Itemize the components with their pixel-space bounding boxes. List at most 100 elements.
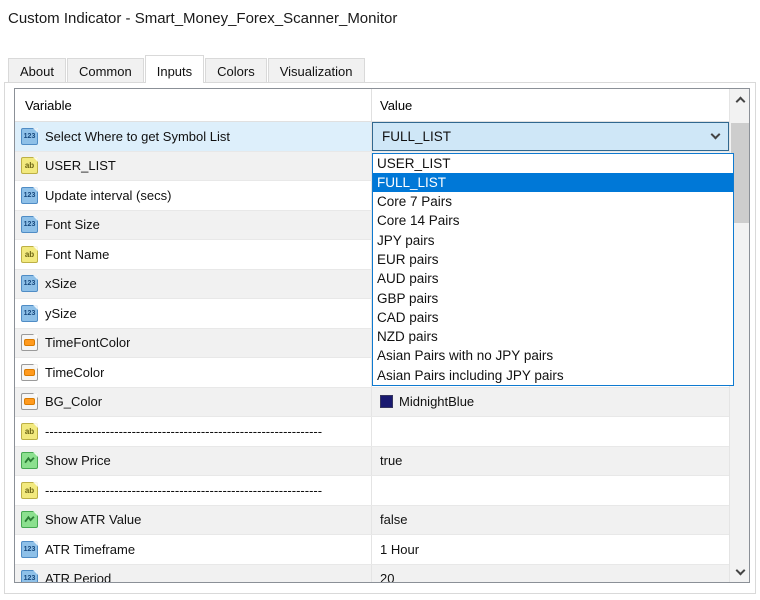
variable-label: xSize: [45, 276, 77, 292]
value-cell[interactable]: 20: [371, 564, 729, 583]
variable-cell: 123 Update interval (secs): [15, 181, 371, 210]
value-column-header: Value: [371, 89, 729, 121]
variable-label: USER_LIST: [45, 158, 116, 174]
variable-cell: 123 xSize: [15, 270, 371, 299]
symbol-list-combobox[interactable]: FULL_LIST: [372, 122, 729, 151]
value-cell[interactable]: [371, 417, 729, 446]
dropdown-item[interactable]: AUD pairs: [373, 269, 733, 288]
value-text: true: [380, 453, 403, 469]
tab-common[interactable]: Common: [66, 58, 144, 82]
bool-icon: [21, 452, 38, 470]
variable-label: ----------------------------------------…: [45, 482, 323, 498]
table-row[interactable]: 123 Select Where to get Symbol List FULL_L…: [15, 122, 729, 152]
table-header: Variable Value: [15, 89, 729, 122]
dropdown-item[interactable]: Core 7 Pairs: [373, 192, 733, 211]
variable-cell: 123 ATR Timeframe: [15, 535, 371, 564]
numeric-icon: 123: [21, 275, 38, 293]
table-row[interactable]: Show Price true: [15, 446, 729, 476]
variable-cell: 123 Font Size: [15, 211, 371, 240]
tab-colors[interactable]: Colors: [205, 58, 267, 82]
color-icon: [21, 334, 38, 352]
value-text: false: [380, 512, 408, 528]
variable-cell: ab USER_LIST: [15, 152, 371, 181]
variable-label: TimeFontColor: [45, 335, 131, 351]
table-row[interactable]: ab --------------------------------------…: [15, 417, 729, 447]
table-row[interactable]: Show ATR Value false: [15, 505, 729, 535]
color-icon: [21, 363, 38, 381]
variable-label: Show Price: [45, 453, 111, 469]
scroll-up-button[interactable]: [730, 89, 749, 109]
window-title: Custom Indicator - Smart_Money_Forex_Sca…: [8, 10, 398, 27]
table-row[interactable]: ab --------------------------------------…: [15, 476, 729, 506]
value-text: MidnightBlue: [399, 394, 475, 410]
variable-label: BG_Color: [45, 394, 103, 410]
dropdown-item[interactable]: Asian Pairs with no JPY pairs: [373, 346, 733, 365]
symbol-list-dropdown: USER_LIST FULL_LIST Core 7 Pairs Core 14 Pa…: [372, 152, 734, 387]
dropdown-item[interactable]: USER_LIST: [373, 154, 733, 173]
variable-label: TimeColor: [45, 364, 105, 380]
variable-cell: 123 Select Where to get Symbol List: [15, 122, 371, 151]
dropdown-item[interactable]: EUR pairs: [373, 250, 733, 269]
numeric-icon: 123: [21, 570, 38, 582]
variable-label: Font Size: [45, 217, 100, 233]
tab-about[interactable]: About: [8, 58, 66, 82]
dropdown-item[interactable]: Core 14 Pairs: [373, 211, 733, 230]
numeric-icon: 123: [21, 216, 38, 234]
variable-column-header: Variable: [25, 98, 72, 113]
text-icon: ab: [21, 422, 38, 440]
chevron-down-icon: [710, 129, 721, 140]
value-cell[interactable]: true: [371, 446, 729, 475]
dropdown-item[interactable]: Asian Pairs including JPY pairs: [373, 366, 733, 385]
numeric-icon: 123: [21, 304, 38, 322]
variable-label: Select Where to get Symbol List: [45, 128, 230, 144]
tab-inputs[interactable]: Inputs: [144, 55, 205, 83]
value-cell[interactable]: FULL_LIST: [371, 122, 729, 151]
chevron-down-icon: [735, 565, 745, 576]
variable-cell: TimeColor: [15, 358, 371, 387]
text-icon: ab: [21, 245, 38, 263]
value-cell[interactable]: [371, 476, 729, 505]
dropdown-item[interactable]: CAD pairs: [373, 308, 733, 327]
color-icon: [21, 393, 38, 411]
variable-cell: BG_Color: [15, 388, 371, 417]
chevron-up-icon: [735, 96, 745, 106]
value-cell[interactable]: false: [371, 505, 729, 534]
combobox-value: FULL_LIST: [382, 128, 452, 144]
variable-label: Font Name: [45, 246, 110, 262]
table-row[interactable]: 123 ATR Period 20: [15, 564, 729, 583]
inputs-table: Variable Value 123 Select Where to get Sy…: [14, 88, 750, 583]
variable-cell: Show ATR Value: [15, 506, 371, 535]
bool-icon: [21, 511, 38, 529]
color-swatch: [380, 395, 393, 409]
value-text: 20: [380, 571, 395, 583]
table-row[interactable]: 123 ATR Timeframe 1 Hour: [15, 535, 729, 565]
numeric-icon: 123: [21, 540, 38, 558]
value-cell[interactable]: MidnightBlue: [371, 387, 729, 416]
tab-bar: About Common Inputs Colors Visualization: [8, 55, 366, 83]
value-text: 1 Hour: [380, 541, 420, 557]
value-cell[interactable]: 1 Hour: [371, 535, 729, 564]
variable-label: Show ATR Value: [45, 512, 142, 528]
variable-cell: ab --------------------------------------…: [15, 417, 371, 446]
dropdown-item[interactable]: JPY pairs: [373, 231, 733, 250]
variable-cell: 123 ATR Period: [15, 565, 371, 582]
variable-cell: ab --------------------------------------…: [15, 476, 371, 505]
dropdown-item[interactable]: GBP pairs: [373, 289, 733, 308]
scroll-down-button[interactable]: [730, 562, 749, 582]
variable-label: ySize: [45, 305, 77, 321]
tab-visualization[interactable]: Visualization: [267, 58, 365, 82]
variable-label: ----------------------------------------…: [45, 423, 323, 439]
variable-label: ATR Timeframe: [45, 541, 136, 557]
variable-label: Update interval (secs): [45, 187, 172, 203]
numeric-icon: 123: [21, 186, 38, 204]
variable-cell: 123 ySize: [15, 299, 371, 328]
text-icon: ab: [21, 157, 38, 175]
variable-cell: ab Font Name: [15, 240, 371, 269]
variable-cell: Show Price: [15, 447, 371, 476]
numeric-icon: 123: [21, 127, 38, 145]
dropdown-item[interactable]: NZD pairs: [373, 327, 733, 346]
text-icon: ab: [21, 481, 38, 499]
dropdown-item[interactable]: FULL_LIST: [373, 172, 733, 193]
table-row[interactable]: BG_Color MidnightBlue: [15, 387, 729, 417]
variable-cell: TimeFontColor: [15, 329, 371, 358]
